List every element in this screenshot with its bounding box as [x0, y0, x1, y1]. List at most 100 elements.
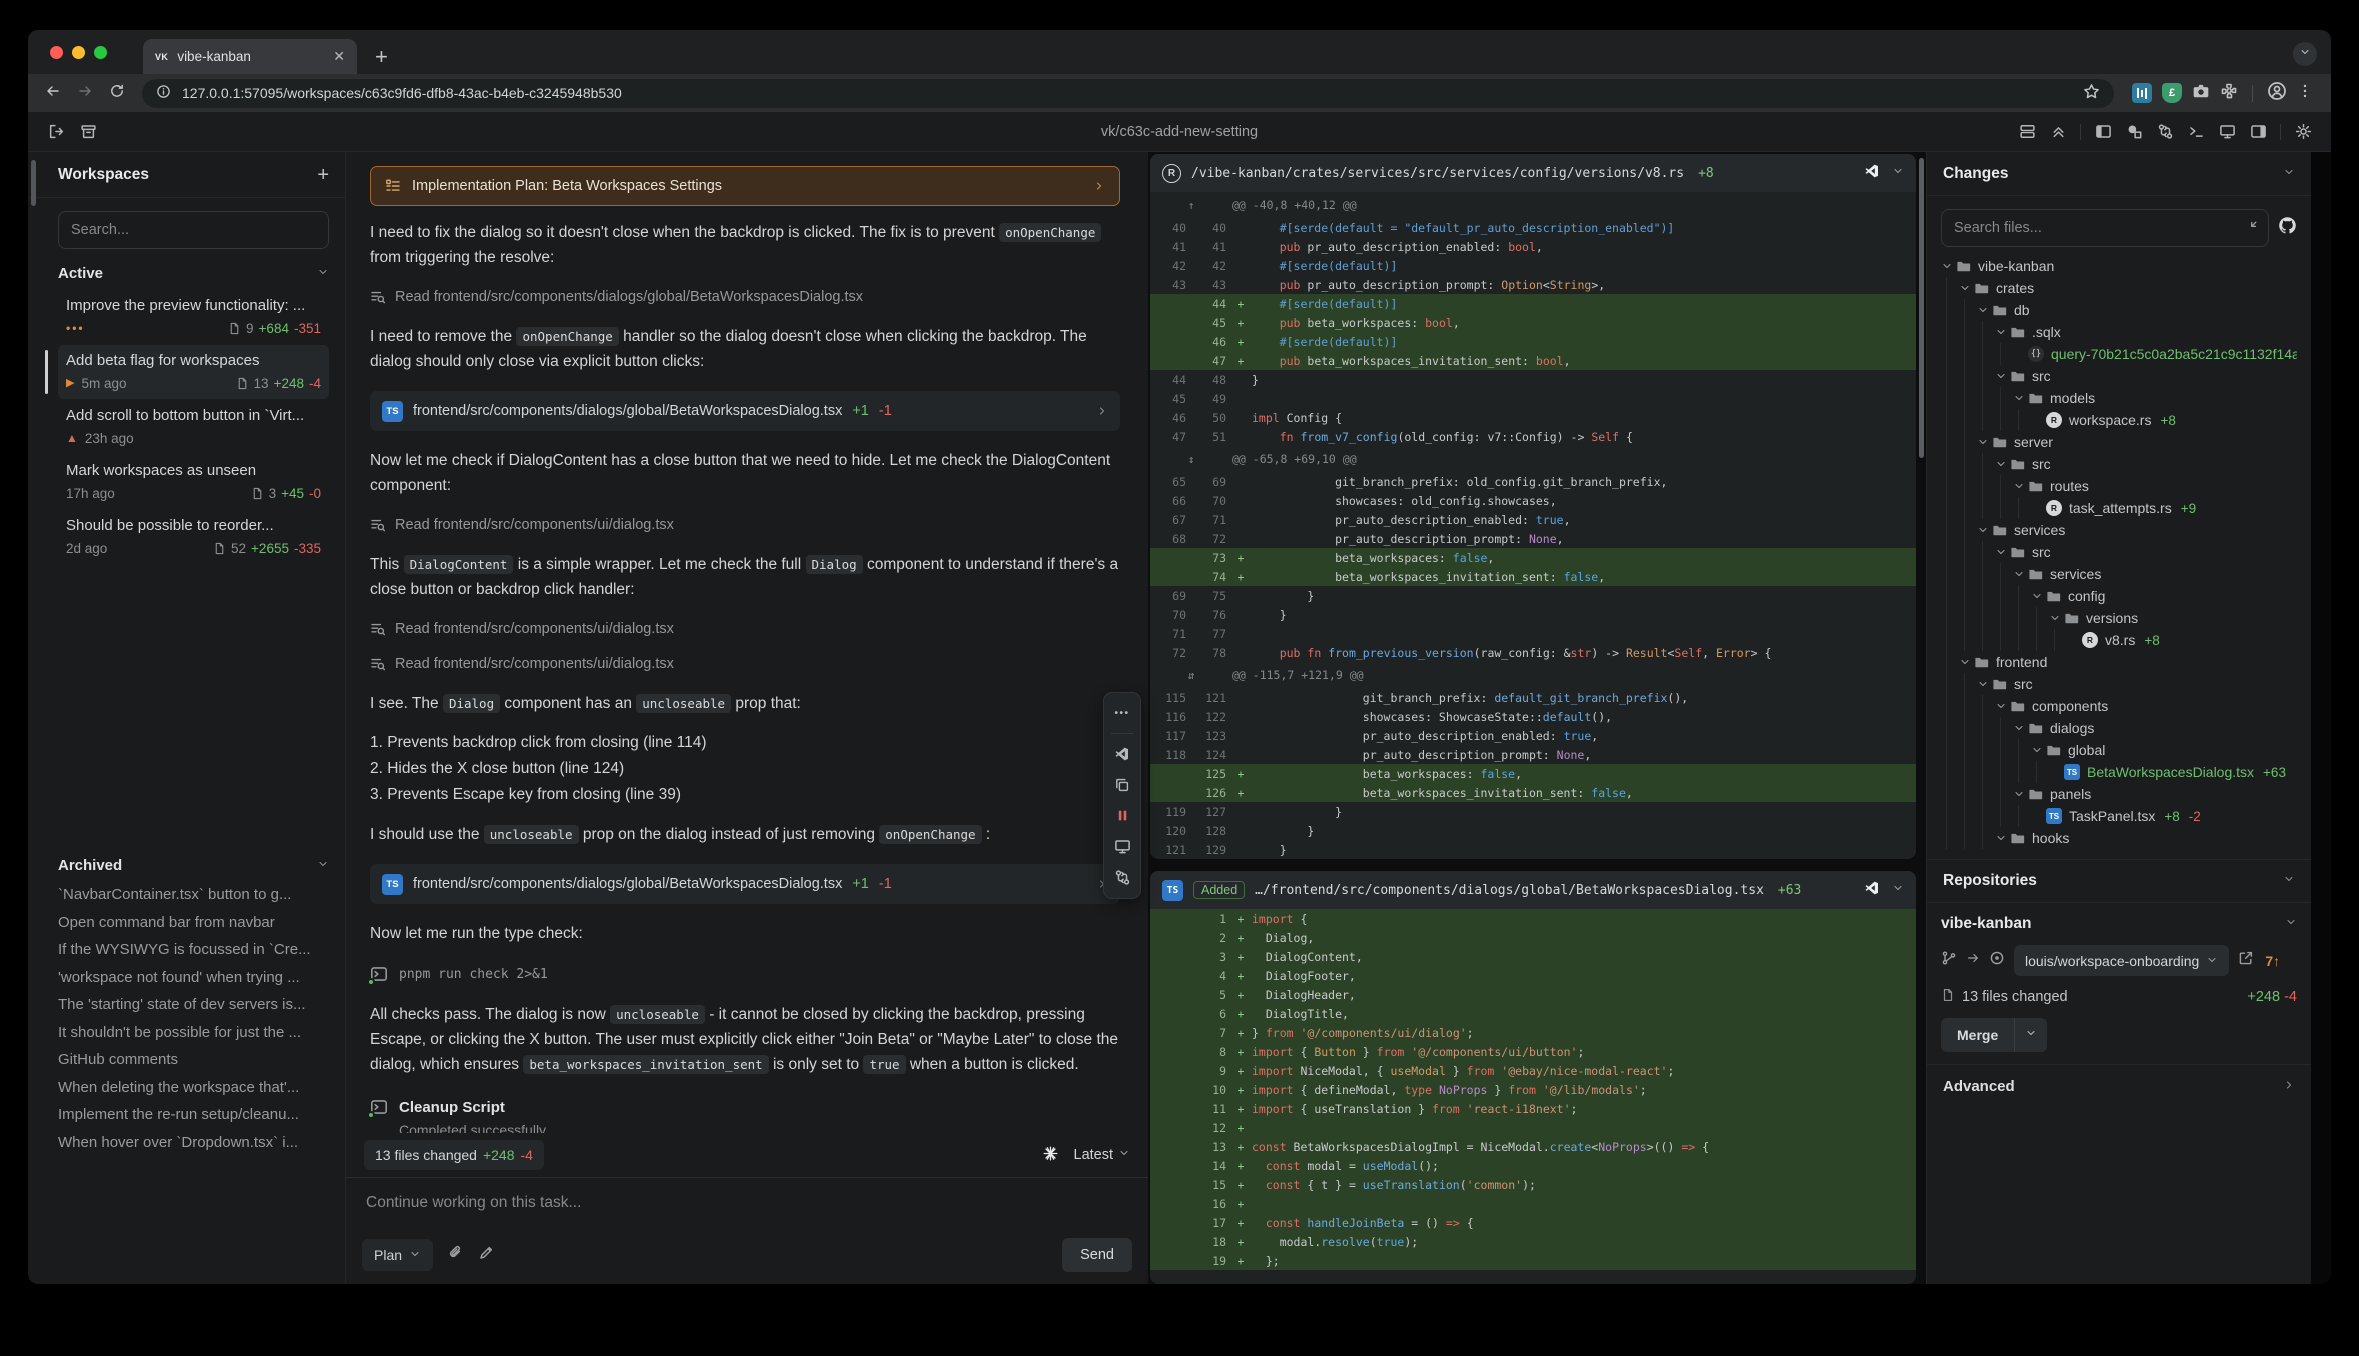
archived-workspace-item[interactable]: If the WYSIWYG is focussed in `Cre...	[58, 936, 329, 964]
advanced-section[interactable]: Advanced	[1927, 1064, 2311, 1108]
new-tab-button[interactable]: +	[375, 46, 388, 68]
latest-dropdown[interactable]: Latest	[1074, 1147, 1131, 1163]
tool-read-row[interactable]: Read frontend/src/components/dialogs/glo…	[370, 289, 1120, 305]
tree-file-row[interactable]: Rworkspace.rs +8	[1941, 409, 2297, 431]
tree-folder-row[interactable]: src	[1941, 453, 2297, 475]
git-compare-icon[interactable]	[1107, 863, 1137, 892]
reload-button[interactable]	[102, 78, 132, 108]
workspace-item[interactable]: Should be possible to reorder... 2d ago 52…	[58, 510, 329, 564]
vscode-icon[interactable]	[1864, 880, 1880, 900]
tree-folder-row[interactable]: routes	[1941, 475, 2297, 497]
url-text[interactable]: 127.0.0.1:57095/workspaces/c63c9fd6-dfb8…	[182, 85, 622, 101]
archived-workspace-item[interactable]: When deleting the workspace that'...	[58, 1074, 329, 1102]
tree-file-row[interactable]: Rtask_attempts.rs +9	[1941, 497, 2297, 519]
extensions-puzzle-icon[interactable]	[2220, 82, 2238, 105]
info-icon[interactable]	[156, 84, 171, 102]
tree-folder-row[interactable]: src	[1941, 365, 2297, 387]
back-button[interactable]	[38, 78, 68, 108]
tree-file-row[interactable]: TS TaskPanel.tsx +8 -2	[1941, 805, 2297, 827]
git-compare-icon[interactable]	[2151, 119, 2179, 145]
tree-folder-row[interactable]: hooks	[1941, 827, 2297, 849]
pause-icon[interactable]	[1107, 801, 1137, 830]
profile-avatar-icon[interactable]	[2267, 81, 2287, 106]
pen-icon[interactable]	[478, 1244, 495, 1266]
tree-folder-row[interactable]: global	[1941, 739, 2297, 761]
tool-read-row[interactable]: Read frontend/src/components/ui/dialog.t…	[370, 656, 1120, 672]
file-change-card[interactable]: TS frontend/src/components/dialogs/global…	[370, 391, 1120, 431]
message-input[interactable]	[362, 1188, 1132, 1238]
tree-folder-row[interactable]: models	[1941, 387, 2297, 409]
tree-folder-row[interactable]: src	[1941, 541, 2297, 563]
camera-icon[interactable]	[2192, 82, 2210, 105]
tool-read-row[interactable]: Read frontend/src/components/ui/dialog.t…	[370, 517, 1120, 533]
active-section-header[interactable]: Active	[58, 257, 329, 289]
tree-file-row[interactable]: TS BetaWorkspacesDialog.tsx +63	[1941, 761, 2297, 783]
tree-folder-row[interactable]: vibe-kanban	[1941, 255, 2297, 277]
close-window-button[interactable]	[50, 46, 63, 59]
merge-button[interactable]: Merge	[1941, 1018, 2014, 1052]
mode-dropdown[interactable]: Plan	[362, 1239, 434, 1271]
tab-search-button[interactable]	[2293, 42, 2317, 66]
collapse-icon[interactable]	[2244, 219, 2259, 239]
diff-file-header[interactable]: TS Added …/frontend/src/components/dialo…	[1150, 871, 1916, 909]
file-search-input[interactable]	[1941, 209, 2269, 247]
workspace-search-input[interactable]	[58, 211, 329, 249]
files-changed-chip[interactable]: 13 files changed +248 -4	[364, 1140, 544, 1170]
tree-folder-row[interactable]: db	[1941, 299, 2297, 321]
add-workspace-button[interactable]: +	[317, 165, 329, 185]
tree-folder-row[interactable]: panels	[1941, 783, 2297, 805]
expand-hunk-icon[interactable]: ↑	[1150, 199, 1232, 212]
file-change-card[interactable]: TS frontend/src/components/dialogs/global…	[370, 864, 1120, 904]
gear-icon[interactable]	[2289, 119, 2317, 145]
send-button[interactable]: Send	[1062, 1238, 1132, 1272]
browser-tab[interactable]: VK vibe-kanban ✕	[143, 39, 357, 74]
implementation-plan-banner[interactable]: Implementation Plan: Beta Workspaces Set…	[370, 166, 1120, 206]
address-bar[interactable]: 127.0.0.1:57095/workspaces/c63c9fd6-dfb8…	[142, 78, 2114, 108]
chevron-down-icon[interactable]	[1892, 165, 1904, 181]
tree-folder-row[interactable]: src	[1941, 673, 2297, 695]
panel-left-icon[interactable]	[2089, 119, 2117, 145]
external-link-icon[interactable]	[2238, 950, 2254, 971]
sparkle-icon[interactable]	[1042, 1145, 1058, 1165]
archived-workspace-item[interactable]: When hover over `Dropdown.tsx` i...	[58, 1129, 329, 1157]
archived-workspace-item[interactable]: `NavbarContainer.tsx` button to g...	[58, 881, 329, 909]
more-icon[interactable]: •••	[1107, 699, 1137, 728]
repo-name-row[interactable]: vibe-kanban	[1941, 903, 2297, 945]
tree-folder-row[interactable]: components	[1941, 695, 2297, 717]
workspace-item[interactable]: Mark workspaces as unseen 17h ago 3 +45 -0	[58, 455, 329, 509]
scrollbar-thumb[interactable]	[31, 160, 36, 206]
terminal-icon[interactable]	[2182, 119, 2210, 145]
door-exit-icon[interactable]	[42, 119, 70, 145]
attachment-paperclip-icon[interactable]	[447, 1244, 464, 1266]
tree-folder-row[interactable]: .sqlx	[1941, 321, 2297, 343]
vscode-icon[interactable]	[1864, 163, 1880, 183]
forward-button[interactable]	[70, 78, 100, 108]
tree-folder-row[interactable]: server	[1941, 431, 2297, 453]
vscode-icon[interactable]	[1107, 739, 1137, 768]
scrollbar-gutter[interactable]	[2311, 152, 2331, 1284]
archived-workspace-item[interactable]: Open command bar from navbar	[58, 909, 329, 937]
expand-hunk-icon[interactable]: ⇵	[1150, 669, 1232, 682]
workspace-item[interactable]: Add scroll to bottom button in `Virt... ▲…	[58, 400, 329, 454]
archived-workspace-item[interactable]: Implement the re-run setup/cleanu...	[58, 1101, 329, 1129]
branch-dropdown[interactable]: louis/workspace-onboarding	[2014, 945, 2230, 976]
workspace-item[interactable]: Add beta flag for workspaces ▶ 5m ago 13 +24…	[45, 345, 329, 399]
copy-icon[interactable]	[1107, 770, 1137, 799]
close-tab-icon[interactable]: ✕	[333, 48, 345, 65]
shapes-icon[interactable]	[2120, 119, 2148, 145]
archive-icon[interactable]	[74, 119, 102, 145]
panel-right-icon[interactable]	[2244, 119, 2272, 145]
chevron-down-icon[interactable]	[1892, 882, 1904, 898]
tree-folder-row[interactable]: dialogs	[1941, 717, 2297, 739]
archived-workspace-item[interactable]: The 'starting' state of dev servers is..…	[58, 991, 329, 1019]
browser-menu-icon[interactable]	[2297, 83, 2313, 104]
tree-folder-row[interactable]: config	[1941, 585, 2297, 607]
cleanup-script-row[interactable]: Cleanup Script Completed successfully	[367, 1098, 1120, 1133]
bookmark-star-icon[interactable]	[2083, 83, 2100, 103]
archived-workspace-item[interactable]: It shouldn't be possible for just the ..…	[58, 1019, 329, 1047]
tree-folder-row[interactable]: frontend	[1941, 651, 2297, 673]
extension-shield-icon[interactable]: £	[2162, 83, 2182, 103]
expand-hunk-icon[interactable]: ↕	[1150, 453, 1232, 466]
tree-folder-row[interactable]: crates	[1941, 277, 2297, 299]
merge-split-button[interactable]: Merge	[1941, 1018, 2048, 1052]
